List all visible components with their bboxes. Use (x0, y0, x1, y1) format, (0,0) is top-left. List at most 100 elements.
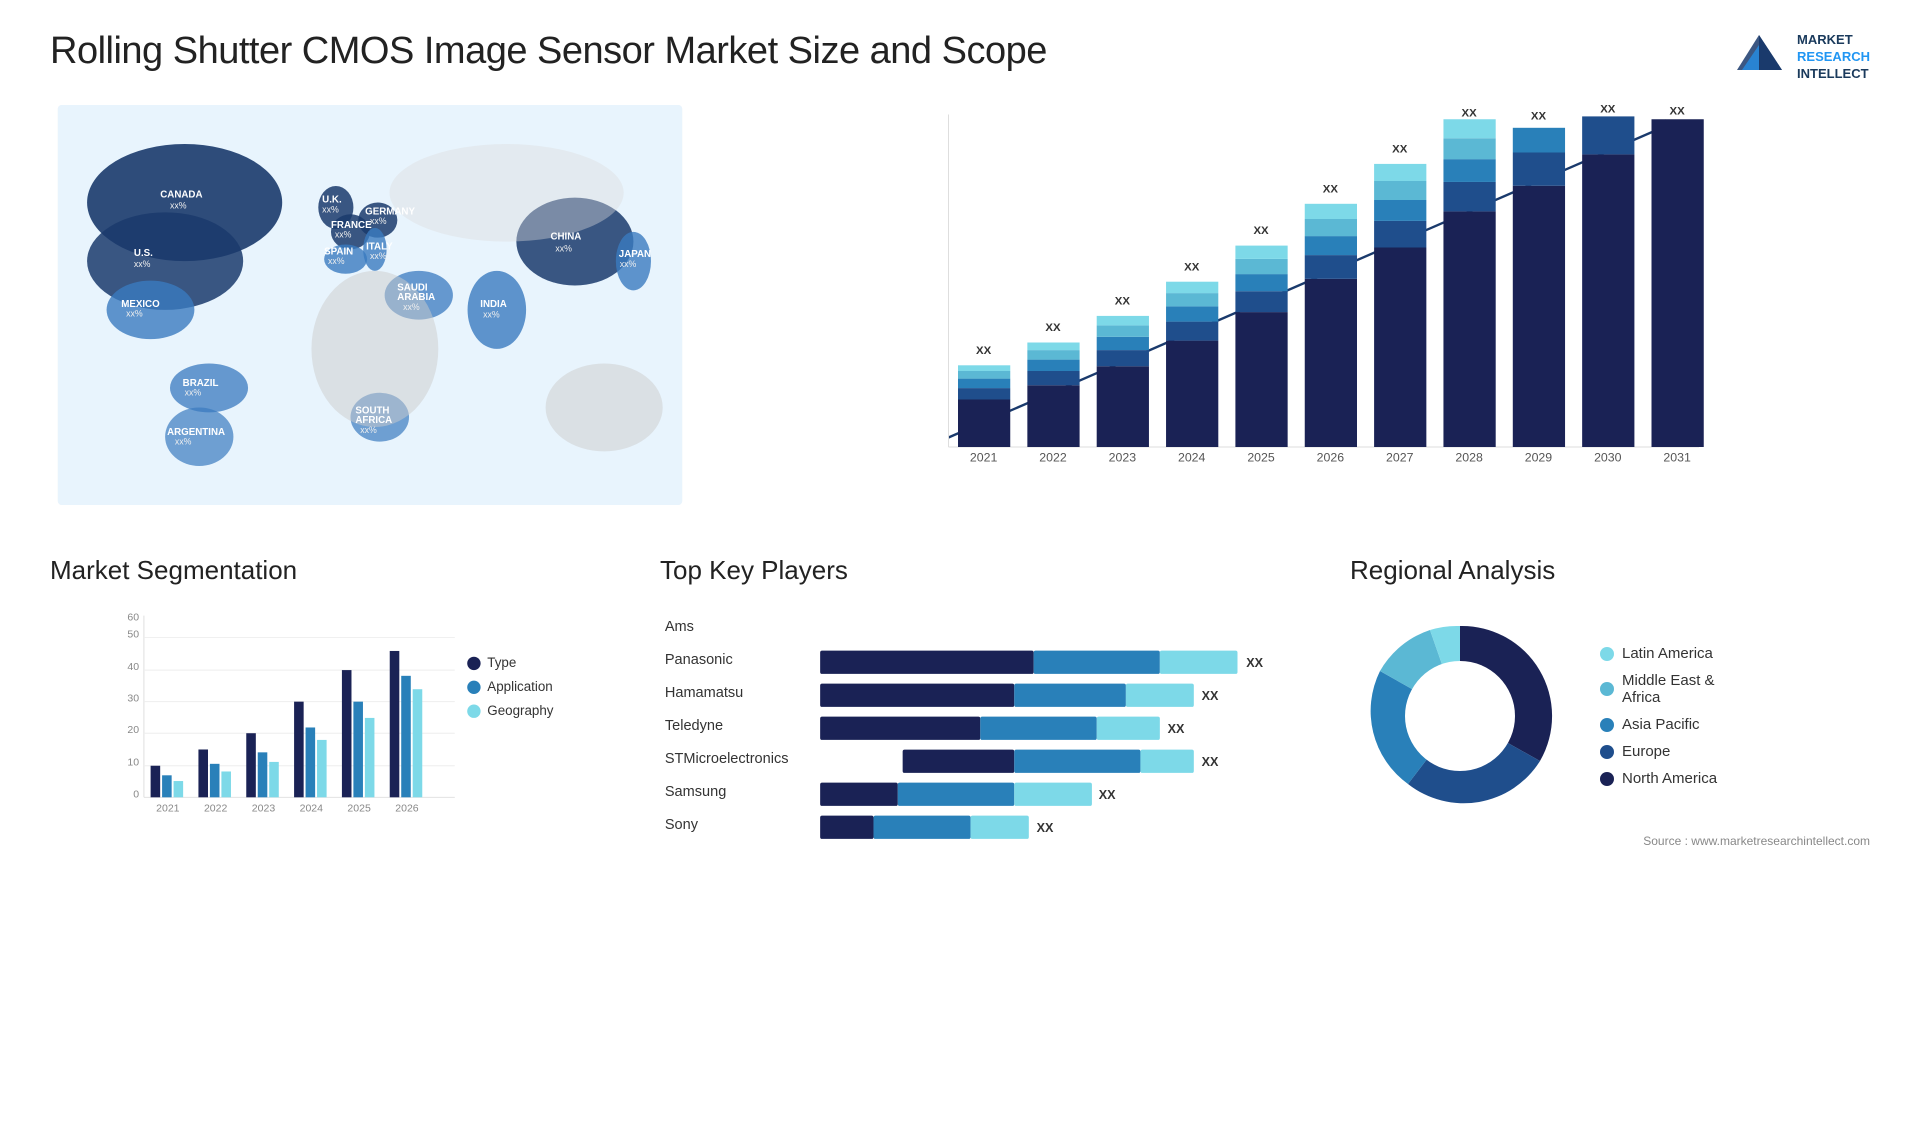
logo-line2: RESEARCH (1797, 49, 1870, 66)
latin-america-dot (1600, 647, 1614, 661)
svg-text:xx%: xx% (335, 230, 352, 240)
page-container: Rolling Shutter CMOS Image Sensor Market… (0, 0, 1920, 1146)
svg-text:60: 60 (127, 611, 139, 623)
svg-text:Geography: Geography (487, 703, 553, 718)
svg-text:2022: 2022 (1039, 450, 1067, 464)
svg-text:Hamamatsu: Hamamatsu (665, 685, 743, 701)
svg-text:Ams: Ams (665, 619, 694, 635)
svg-text:XX: XX (1202, 755, 1219, 769)
bottom-section: Market Segmentation 0 10 20 30 40 50 60 (50, 555, 1870, 1091)
svg-text:Application: Application (487, 679, 552, 694)
legend-item-europe: Europe (1600, 743, 1717, 760)
svg-text:Teledyne: Teledyne (665, 718, 723, 734)
svg-text:xx%: xx% (322, 204, 339, 214)
svg-text:CHINA: CHINA (550, 232, 581, 243)
players-chart: Ams Panasonic XX Hamamatsu XX Teledyne (660, 606, 1320, 866)
donut-container: Latin America Middle East &Africa Asia P… (1350, 606, 1870, 826)
page-title: Rolling Shutter CMOS Image Sensor Market… (50, 30, 1047, 73)
world-map-svg: CANADA xx% U.S. xx% MEXICO xx% BRAZIL xx… (50, 105, 690, 505)
svg-text:xx%: xx% (360, 425, 377, 435)
svg-text:40: 40 (127, 661, 139, 673)
europe-dot (1600, 745, 1614, 759)
svg-text:XX: XX (1461, 107, 1477, 119)
svg-text:xx%: xx% (126, 309, 143, 319)
svg-text:xx%: xx% (185, 388, 202, 398)
svg-text:2024: 2024 (1178, 450, 1206, 464)
middle-east-dot (1600, 682, 1614, 696)
svg-text:CANADA: CANADA (160, 190, 202, 201)
svg-text:Panasonic: Panasonic (665, 652, 733, 668)
svg-text:xx%: xx% (555, 243, 572, 253)
svg-text:30: 30 (127, 693, 139, 705)
world-map-section: CANADA xx% U.S. xx% MEXICO xx% BRAZIL xx… (50, 105, 690, 535)
legend-item-north-america: North America (1600, 770, 1717, 787)
svg-text:U.S.: U.S. (134, 248, 153, 259)
regional-section: Regional Analysis (1350, 555, 1870, 1091)
svg-text:2023: 2023 (1109, 450, 1137, 464)
svg-text:50: 50 (127, 629, 139, 641)
svg-text:2023: 2023 (252, 803, 276, 815)
svg-text:xx%: xx% (403, 302, 420, 312)
asia-pacific-dot (1600, 718, 1614, 732)
players-title: Top Key Players (660, 555, 1320, 586)
svg-text:20: 20 (127, 724, 139, 736)
svg-text:XX: XX (1246, 656, 1263, 670)
svg-text:2028: 2028 (1455, 450, 1483, 464)
logo-line3: INTELLECT (1797, 66, 1870, 83)
svg-text:2025: 2025 (347, 803, 371, 815)
segmentation-section: Market Segmentation 0 10 20 30 40 50 60 (50, 555, 630, 1091)
donut-chart (1350, 606, 1570, 826)
bar-chart-section: XX 2021 XX 2022 XX 2023 (710, 105, 1870, 535)
legend-item-middle-east: Middle East &Africa (1600, 672, 1717, 706)
svg-text:XX: XX (1670, 106, 1686, 118)
svg-text:xx%: xx% (175, 437, 192, 447)
svg-text:XX: XX (1037, 821, 1054, 835)
logo-text: MARKET RESEARCH INTELLECT (1797, 32, 1870, 83)
latin-america-label: Latin America (1622, 645, 1713, 662)
logo-container: MARKET RESEARCH INTELLECT (1732, 30, 1870, 85)
segmentation-title: Market Segmentation (50, 555, 630, 586)
svg-text:XX: XX (1323, 183, 1339, 195)
svg-text:Sony: Sony (665, 817, 699, 833)
svg-text:xx%: xx% (134, 259, 151, 269)
svg-text:XX: XX (976, 345, 992, 357)
svg-text:STMicroelectronics: STMicroelectronics (665, 751, 789, 767)
svg-text:2025: 2025 (1247, 450, 1275, 464)
legend-item-asia-pacific: Asia Pacific (1600, 716, 1717, 733)
svg-text:2022: 2022 (204, 803, 228, 815)
svg-text:2026: 2026 (395, 803, 419, 815)
svg-text:XX: XX (1045, 322, 1061, 334)
svg-text:2026: 2026 (1317, 450, 1345, 464)
svg-text:xx%: xx% (328, 256, 345, 266)
svg-text:XX: XX (1099, 788, 1116, 802)
svg-text:xx%: xx% (620, 259, 637, 269)
svg-text:XX: XX (1168, 722, 1185, 736)
svg-text:2021: 2021 (970, 450, 998, 464)
svg-text:XX: XX (1184, 261, 1200, 273)
svg-text:xx%: xx% (170, 200, 187, 210)
svg-text:0: 0 (133, 788, 139, 800)
legend-item-latin-america: Latin America (1600, 645, 1717, 662)
svg-text:xx%: xx% (370, 216, 387, 226)
svg-text:xx%: xx% (483, 310, 500, 320)
bar-chart-svg: XX 2021 XX 2022 XX 2023 (730, 105, 1870, 485)
svg-text:10: 10 (127, 757, 139, 769)
svg-text:XX: XX (1253, 225, 1269, 237)
main-grid: CANADA xx% U.S. xx% MEXICO xx% BRAZIL xx… (50, 105, 1870, 1091)
europe-label: Europe (1622, 743, 1670, 760)
segmentation-chart: 0 10 20 30 40 50 60 2021 2022 2 (50, 606, 630, 826)
svg-text:XX: XX (1392, 144, 1408, 156)
players-section: Top Key Players Ams Panasonic XX Hamamat… (660, 555, 1320, 1091)
svg-text:XX: XX (1202, 689, 1219, 703)
svg-text:XX: XX (1115, 296, 1131, 308)
svg-text:Type: Type (487, 655, 516, 670)
north-america-dot (1600, 772, 1614, 786)
svg-text:2031: 2031 (1663, 450, 1691, 464)
svg-text:2029: 2029 (1525, 450, 1553, 464)
svg-text:INDIA: INDIA (480, 299, 507, 310)
header: Rolling Shutter CMOS Image Sensor Market… (50, 30, 1870, 85)
svg-text:2030: 2030 (1594, 450, 1622, 464)
svg-text:2024: 2024 (300, 803, 324, 815)
svg-text:Samsung: Samsung (665, 784, 726, 800)
regional-legend: Latin America Middle East &Africa Asia P… (1600, 645, 1717, 787)
